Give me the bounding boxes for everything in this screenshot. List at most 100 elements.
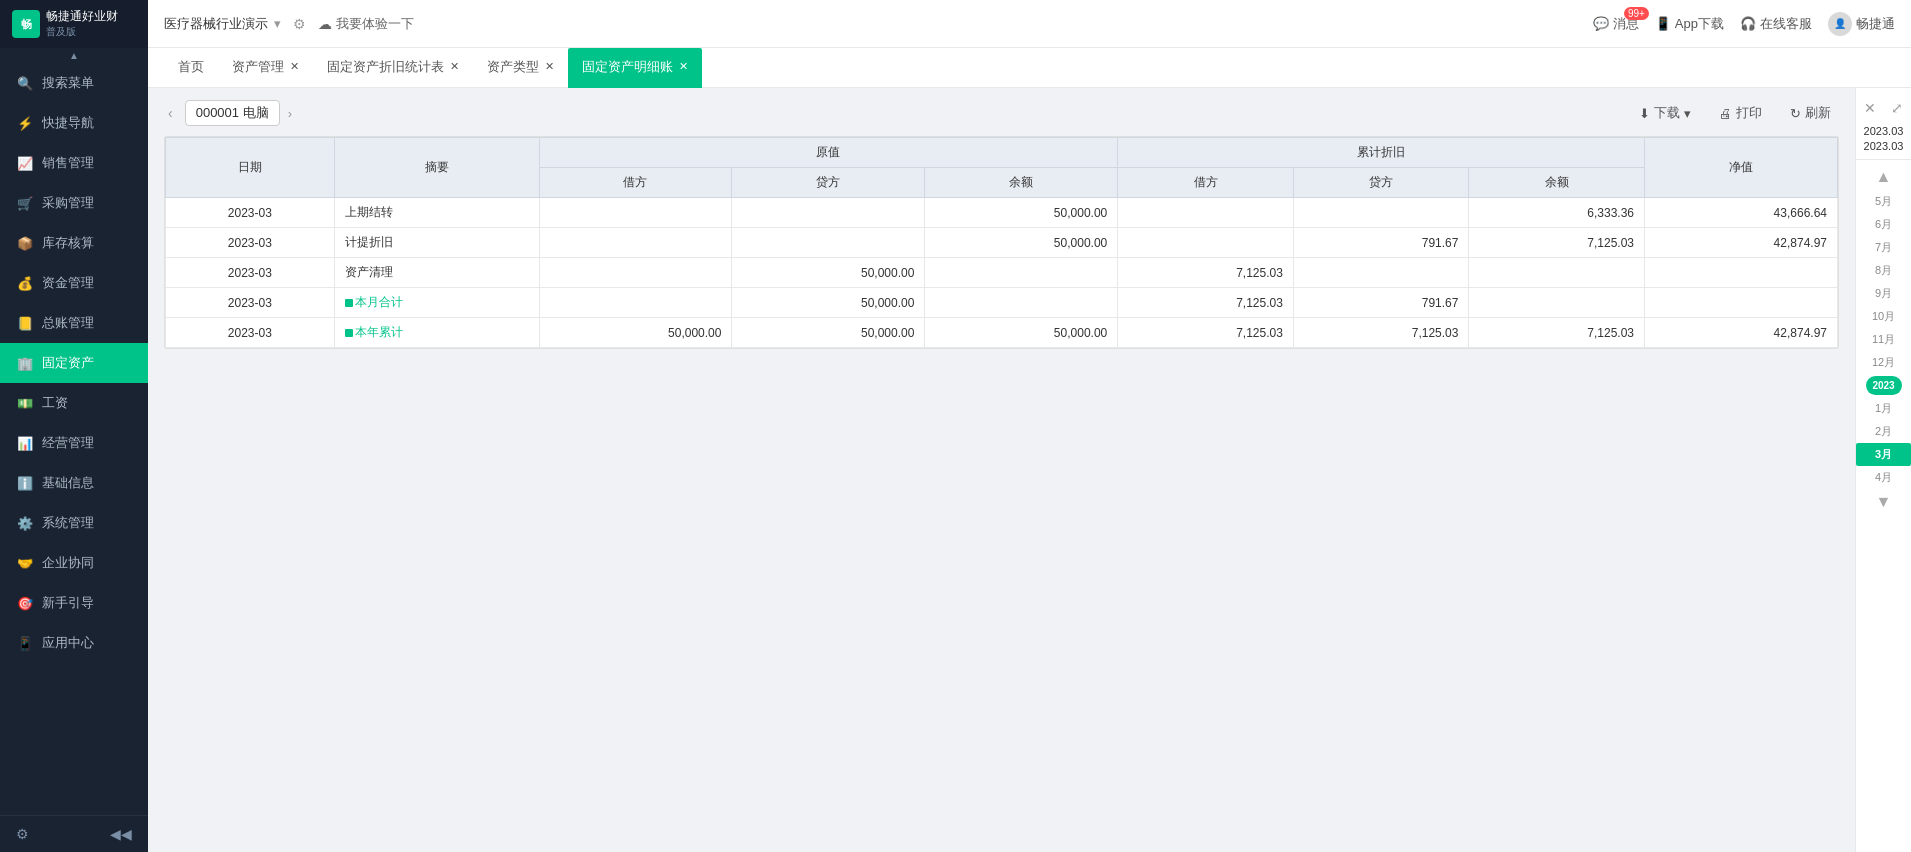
app-download-button[interactable]: 📱 App下载: [1655, 15, 1724, 33]
sidebar-nav: 🔍 搜索菜单 ⚡ 快捷导航 📈 销售管理 🛒 采购管理 📦 库存核算 💰 资金管…: [0, 63, 148, 815]
refresh-label: 刷新: [1805, 104, 1831, 122]
sidebar-item-purchase[interactable]: 🛒 采购管理: [0, 183, 148, 223]
cell-summary: 计提折旧: [334, 228, 539, 258]
cell-orig-debit: [539, 288, 732, 318]
collapse-icon[interactable]: ◀◀: [110, 826, 132, 842]
sidebar-item-fixed-assets[interactable]: 🏢 固定资产: [0, 343, 148, 383]
sidebar-item-app-center[interactable]: 📱 应用中心: [0, 623, 148, 663]
table-row: 2023-03 资产清理 50,000.00 7,125.03: [166, 258, 1838, 288]
sidebar-item-basic-info[interactable]: ℹ️ 基础信息: [0, 463, 148, 503]
sidebar-item-ledger[interactable]: 📒 总账管理: [0, 303, 148, 343]
cell-date: 2023-03: [166, 228, 335, 258]
cell-date: 2023-03: [166, 318, 335, 348]
tab-depreciation-stats[interactable]: 固定资产折旧统计表 ✕: [313, 48, 473, 88]
col-orig-credit: 贷方: [732, 168, 925, 198]
sidebar-item-enterprise[interactable]: 🤝 企业协同: [0, 543, 148, 583]
experience-button[interactable]: ☁ 我要体验一下: [318, 15, 414, 33]
rs-month-10[interactable]: 10月: [1856, 305, 1911, 328]
tab-asset-detail[interactable]: 固定资产明细账 ✕: [568, 48, 702, 88]
refresh-button[interactable]: ↻ 刷新: [1782, 100, 1839, 126]
print-icon: 🖨: [1719, 106, 1732, 121]
tab-asset-type-label: 资产类型: [487, 58, 539, 76]
rs-month-8[interactable]: 8月: [1856, 259, 1911, 282]
rs-nav-down[interactable]: ▼: [1876, 489, 1892, 515]
experience-label: 我要体验一下: [336, 15, 414, 33]
sidebar-item-label: 企业协同: [42, 554, 94, 572]
tab-asset-mgmt-close[interactable]: ✕: [290, 60, 299, 73]
asset-nav-prev[interactable]: ‹: [164, 103, 177, 123]
yearly-total-label: 本年累计: [355, 324, 403, 341]
company-selector[interactable]: 医疗器械行业演示 ▾: [164, 15, 281, 33]
rs-header-top: 2023.03 2023.03: [1856, 120, 1911, 160]
rs-month-12[interactable]: 12月: [1856, 351, 1911, 374]
cell-net-value: 42,874.97: [1645, 318, 1838, 348]
rs-expand-icon[interactable]: ⤢: [1891, 100, 1903, 116]
cell-dep-credit: 791.67: [1293, 288, 1469, 318]
col-orig-debit: 借方: [539, 168, 732, 198]
online-service-label: 在线客服: [1760, 15, 1812, 33]
app-download-label: App下载: [1675, 15, 1724, 33]
cell-dep-debit: 7,125.03: [1118, 258, 1294, 288]
cell-orig-credit: 50,000.00: [732, 318, 925, 348]
rs-month-3-active[interactable]: 3月: [1856, 443, 1911, 466]
settings-gear-icon[interactable]: ⚙: [293, 16, 306, 32]
tab-asset-type-close[interactable]: ✕: [545, 60, 554, 73]
rs-month-4[interactable]: 4月: [1856, 466, 1911, 489]
sidebar-item-inventory[interactable]: 📦 库存核算: [0, 223, 148, 263]
service-icon: 🎧: [1740, 16, 1756, 31]
payroll-icon: 💵: [16, 394, 34, 412]
sidebar-item-guide[interactable]: 🎯 新手引导: [0, 583, 148, 623]
notification-button[interactable]: 💬 消息 99+: [1593, 15, 1639, 33]
cell-orig-balance: 50,000.00: [925, 318, 1118, 348]
col-dep-balance: 余额: [1469, 168, 1645, 198]
basic-info-icon: ℹ️: [16, 474, 34, 492]
cell-date: 2023-03: [166, 288, 335, 318]
download-button[interactable]: ⬇ 下载 ▾: [1631, 100, 1699, 126]
sidebar-scroll-up[interactable]: ▲: [0, 48, 148, 63]
rs-month-7[interactable]: 7月: [1856, 236, 1911, 259]
rs-close-icon[interactable]: ✕: [1864, 100, 1876, 116]
rs-month-1[interactable]: 1月: [1856, 397, 1911, 420]
sidebar-item-label: 系统管理: [42, 514, 94, 532]
asset-nav-next[interactable]: ›: [288, 106, 292, 121]
cell-dep-credit: 791.67: [1293, 228, 1469, 258]
sidebar-item-label: 应用中心: [42, 634, 94, 652]
rs-month-5[interactable]: 5月: [1856, 190, 1911, 213]
topbar: 医疗器械行业演示 ▾ ⚙ ☁ 我要体验一下 💬 消息 99+ 📱 App下载 🎧…: [148, 0, 1911, 48]
rs-month-9[interactable]: 9月: [1856, 282, 1911, 305]
col-net-value: 净值: [1645, 138, 1838, 198]
user-menu[interactable]: 👤 畅捷通: [1828, 12, 1895, 36]
col-dep-credit: 贷方: [1293, 168, 1469, 198]
tab-depreciation-label: 固定资产折旧统计表: [327, 58, 444, 76]
online-service-button[interactable]: 🎧 在线客服: [1740, 15, 1812, 33]
rs-date-bottom: 2023.03: [1856, 139, 1911, 154]
tab-asset-mgmt[interactable]: 资产管理 ✕: [218, 48, 313, 88]
rs-month-6[interactable]: 6月: [1856, 213, 1911, 236]
sidebar-item-operations[interactable]: 📊 经营管理: [0, 423, 148, 463]
col-group-depreciation: 累计折旧: [1118, 138, 1645, 168]
asset-nav-tag: 000001 电脑: [185, 100, 280, 126]
cell-date: 2023-03: [166, 198, 335, 228]
tab-asset-type[interactable]: 资产类型 ✕: [473, 48, 568, 88]
tab-depreciation-close[interactable]: ✕: [450, 60, 459, 73]
sidebar-item-quick-nav[interactable]: ⚡ 快捷导航: [0, 103, 148, 143]
ledger-table: 日期 摘要 原值 累计折旧 净值 借方 贷方 余额 借方 贷方 余额: [165, 137, 1838, 348]
sales-icon: 📈: [16, 154, 34, 172]
settings-bottom-icon[interactable]: ⚙: [16, 826, 29, 842]
sidebar-header: 畅 畅捷通好业财 普及版: [0, 0, 148, 48]
sidebar-item-system[interactable]: ⚙️ 系统管理: [0, 503, 148, 543]
sidebar-item-sales[interactable]: 📈 销售管理: [0, 143, 148, 183]
cell-date: 2023-03: [166, 258, 335, 288]
print-button[interactable]: 🖨 打印: [1711, 100, 1770, 126]
sidebar-item-payroll[interactable]: 💵 工资: [0, 383, 148, 423]
sidebar-item-funds[interactable]: 💰 资金管理: [0, 263, 148, 303]
rs-month-11[interactable]: 11月: [1856, 328, 1911, 351]
tab-home[interactable]: 首页: [164, 48, 218, 88]
rs-month-2[interactable]: 2月: [1856, 420, 1911, 443]
rs-nav-up[interactable]: ▲: [1876, 164, 1892, 190]
main-area: 医疗器械行业演示 ▾ ⚙ ☁ 我要体验一下 💬 消息 99+ 📱 App下载 🎧…: [148, 0, 1911, 852]
tab-asset-detail-close[interactable]: ✕: [679, 60, 688, 73]
sidebar-item-search[interactable]: 🔍 搜索菜单: [0, 63, 148, 103]
cell-dep-balance: [1469, 288, 1645, 318]
asset-nav-actions: ⬇ 下载 ▾ 🖨 打印 ↻ 刷新: [1631, 100, 1839, 126]
